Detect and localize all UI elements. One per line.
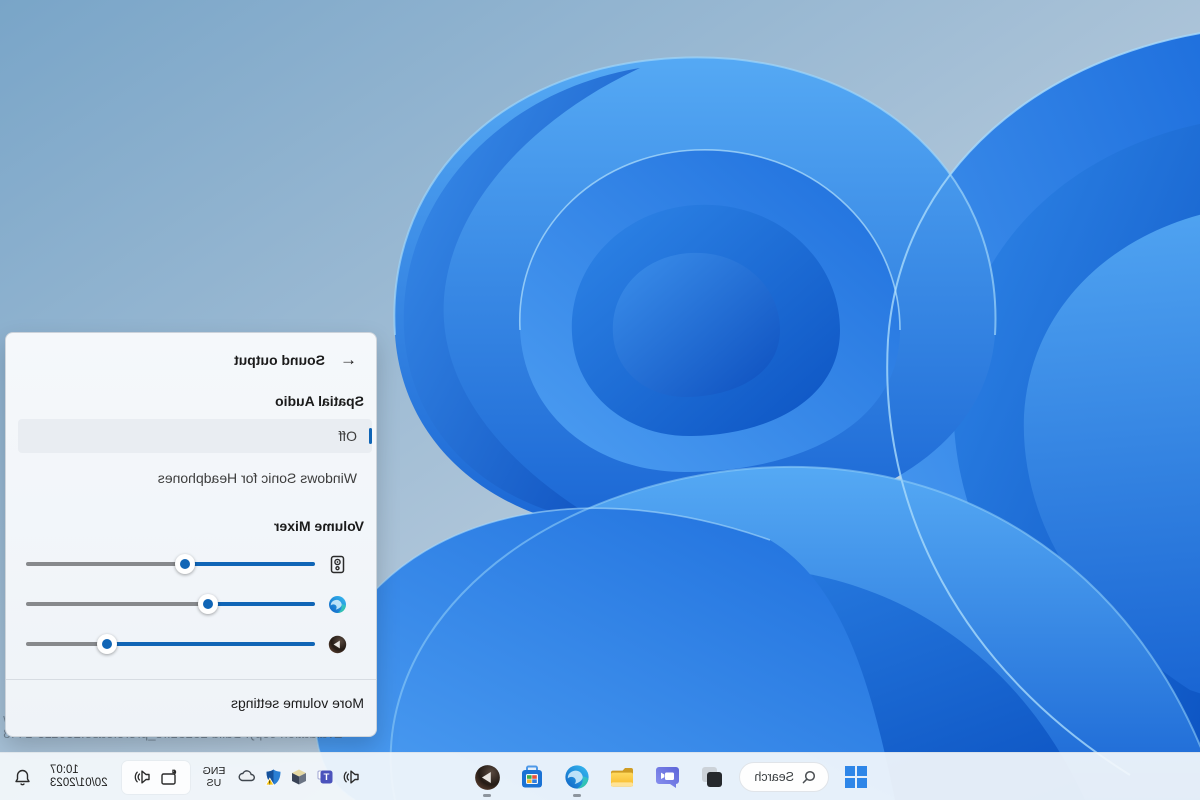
option-off[interactable]: Off: [18, 419, 372, 453]
windows-logo-icon: [845, 766, 867, 788]
volume-slider-edge[interactable]: [26, 594, 315, 614]
media-player-button[interactable]: [469, 755, 505, 799]
media-player-icon: [328, 635, 347, 654]
media-player-taskbar-icon: [474, 764, 501, 791]
sound-output-flyout: ← Sound output Spatial Audio Off Windows…: [5, 332, 377, 737]
security-shield-warning-icon[interactable]: [260, 753, 286, 800]
desktop-screen-mirrored: Windows 11 Pro Insider Preview Evaluatio…: [0, 0, 1200, 800]
spatial-audio-label: Spatial Audio: [275, 393, 364, 409]
taskbar-tray: T ENG US 10:07 20/01/2023: [0, 753, 364, 800]
volume-slider-media[interactable]: [26, 634, 315, 654]
microsoft-store-button[interactable]: [514, 755, 550, 799]
clock-date: 20/01/2023: [50, 777, 108, 789]
slider-row-media: [6, 624, 376, 664]
speaker-cabinet-icon: [328, 555, 347, 574]
volume-mixer-label: Volume Mixer: [274, 518, 364, 534]
edge-icon: [328, 595, 347, 614]
virtualbox-cube-icon[interactable]: [286, 753, 312, 800]
microsoft-store-icon: [519, 764, 545, 790]
bell-icon: [14, 768, 33, 787]
slider-row-system: [6, 544, 376, 584]
edge-taskbar-icon: [564, 764, 590, 790]
volume-slider-system[interactable]: [26, 554, 315, 574]
more-volume-settings-link[interactable]: More volume settings: [6, 680, 376, 711]
language-indicator[interactable]: ENG US: [194, 765, 235, 789]
teams-icon[interactable]: T: [312, 753, 338, 800]
running-indicator: [483, 794, 492, 797]
slider-thumb[interactable]: [96, 634, 117, 654]
option-windows-sonic[interactable]: Windows Sonic for Headphones: [18, 461, 372, 495]
volume-icon: [133, 768, 151, 786]
flyout-header: ← Sound output: [6, 333, 376, 370]
taskbar: Search T ENG US 10:07 20/01/2023: [0, 752, 1200, 800]
file-explorer-button[interactable]: [604, 755, 640, 799]
file-explorer-icon: [609, 764, 635, 790]
quick-settings-button[interactable]: [121, 760, 190, 794]
slider-row-edge: [6, 584, 376, 624]
search-icon: [802, 770, 816, 784]
taskbar-center-group: Search: [469, 753, 874, 800]
back-arrow-icon[interactable]: ←: [340, 350, 357, 370]
flyout-title: Sound output: [234, 352, 325, 368]
volume-tray-icon[interactable]: [338, 753, 364, 800]
start-button[interactable]: [838, 755, 874, 799]
running-indicator: [573, 794, 582, 797]
slider-thumb[interactable]: [198, 594, 219, 614]
search-box[interactable]: Search: [739, 762, 829, 792]
task-view-icon: [700, 765, 724, 789]
edge-button[interactable]: [559, 755, 595, 799]
option-off-label: Off: [338, 428, 357, 444]
svg-text:T: T: [324, 772, 330, 783]
task-view-button[interactable]: [694, 755, 730, 799]
chat-button[interactable]: [649, 755, 685, 799]
notification-bell-button[interactable]: [6, 753, 40, 800]
ethernet-icon: [160, 768, 179, 787]
option-windows-sonic-label: Windows Sonic for Headphones: [157, 470, 357, 486]
volume-mixer: [6, 544, 376, 664]
clock-time: 10:07: [50, 763, 79, 776]
onedrive-cloud-icon[interactable]: [234, 753, 260, 800]
clock[interactable]: 10:07 20/01/2023: [40, 764, 118, 791]
slider-thumb[interactable]: [174, 554, 195, 574]
spatial-audio-options: Off Windows Sonic for Headphones: [6, 419, 376, 495]
search-label: Search: [754, 770, 794, 784]
chat-icon: [655, 765, 680, 790]
